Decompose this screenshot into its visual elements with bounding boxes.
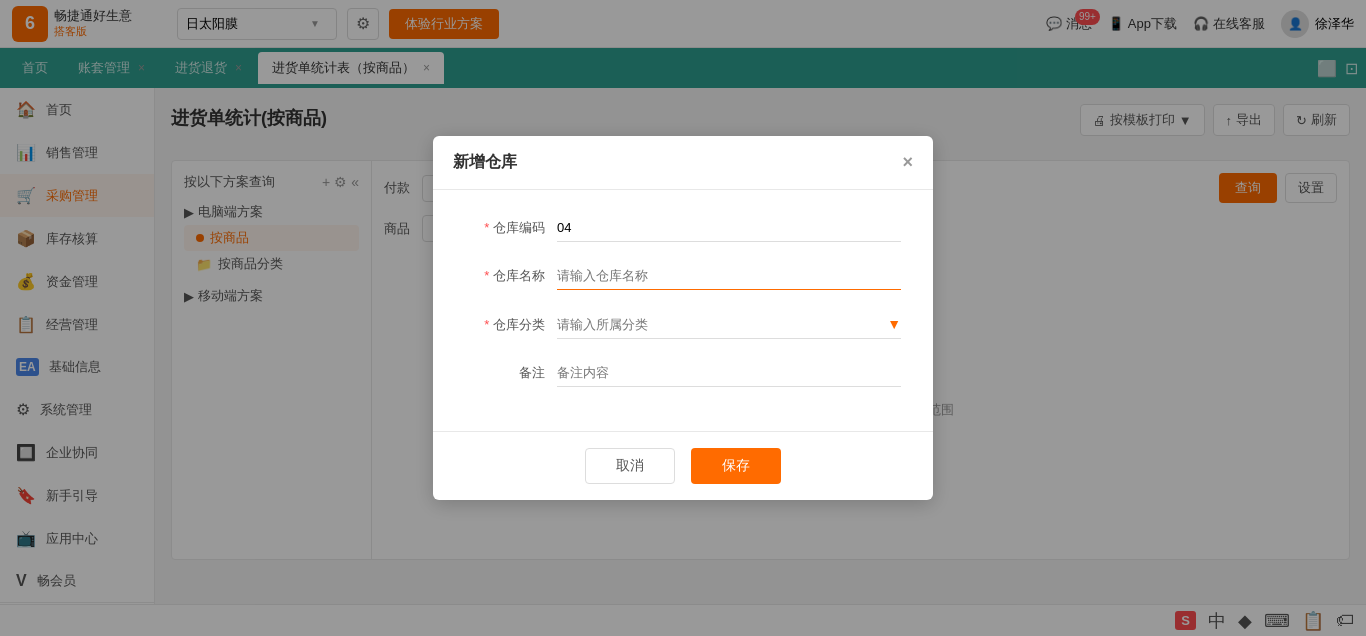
warehouse-name-label: 仓库名称 bbox=[465, 267, 545, 285]
cancel-button[interactable]: 取消 bbox=[585, 448, 675, 484]
modal-overlay: 新增仓库 × 仓库编码 仓库名称 仓库分类 ▼ bbox=[0, 0, 1366, 636]
warehouse-name-row: 仓库名称 bbox=[465, 262, 901, 290]
warehouse-note-row: 备注 bbox=[465, 359, 901, 387]
modal-body: 仓库编码 仓库名称 仓库分类 ▼ 备注 bbox=[433, 190, 933, 431]
warehouse-category-input[interactable] bbox=[557, 317, 887, 332]
warehouse-code-row: 仓库编码 bbox=[465, 214, 901, 242]
warehouse-code-label: 仓库编码 bbox=[465, 219, 545, 237]
warehouse-category-row: 仓库分类 ▼ bbox=[465, 310, 901, 339]
warehouse-note-label: 备注 bbox=[465, 364, 545, 382]
modal-header: 新增仓库 × bbox=[433, 136, 933, 190]
warehouse-name-input[interactable] bbox=[557, 262, 901, 290]
add-warehouse-modal: 新增仓库 × 仓库编码 仓库名称 仓库分类 ▼ bbox=[433, 136, 933, 500]
category-dropdown-icon: ▼ bbox=[887, 316, 901, 332]
warehouse-category-select[interactable]: ▼ bbox=[557, 310, 901, 339]
modal-title: 新增仓库 bbox=[453, 152, 517, 173]
warehouse-category-label: 仓库分类 bbox=[465, 316, 545, 334]
save-button[interactable]: 保存 bbox=[691, 448, 781, 484]
warehouse-note-input[interactable] bbox=[557, 359, 901, 387]
warehouse-code-input[interactable] bbox=[557, 214, 901, 242]
modal-close-button[interactable]: × bbox=[902, 152, 913, 173]
modal-footer: 取消 保存 bbox=[433, 431, 933, 500]
